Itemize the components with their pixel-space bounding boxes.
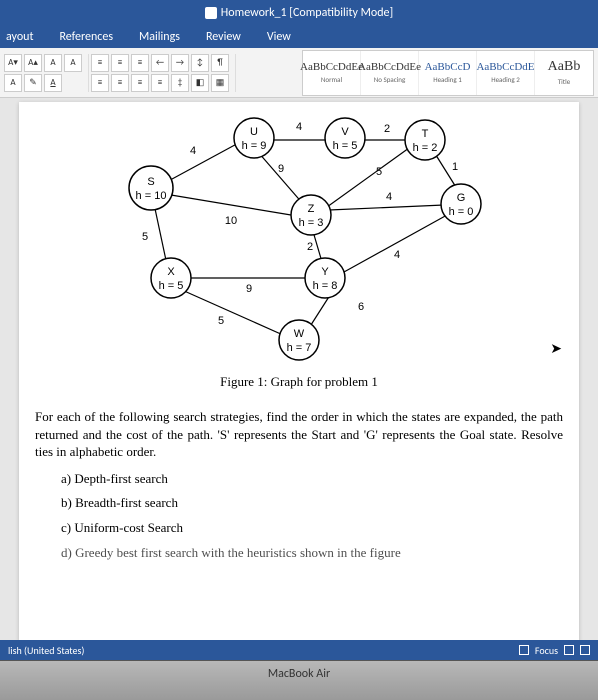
status-zoom-icon[interactable] (580, 645, 590, 655)
font-inc-button[interactable]: A▴ (24, 54, 42, 72)
status-bar: lish (United States) Focus (0, 640, 598, 660)
tab-mailings[interactable]: Mailings (133, 27, 186, 48)
node-G: G h = 0 (441, 184, 481, 224)
font-effect-button[interactable]: A (64, 54, 82, 72)
status-language[interactable]: lish (United States) (8, 644, 84, 657)
svg-text:h = 0: h = 0 (449, 206, 474, 218)
style-no-spacing[interactable]: AaBbCcDdEe No Spacing (361, 51, 419, 95)
node-V: V h = 5 (325, 118, 365, 158)
svg-text:2: 2 (384, 123, 390, 135)
svg-text:Y: Y (321, 266, 329, 278)
underline-color-button[interactable]: A (44, 74, 62, 92)
node-S: S h = 10 (129, 166, 173, 210)
svg-text:6: 6 (358, 301, 364, 313)
align-right-button[interactable]: ≡ (131, 74, 149, 92)
problem-text: For each of the following search strateg… (35, 408, 563, 461)
align-center-button[interactable]: ≡ (111, 74, 129, 92)
node-X: X h = 5 (151, 258, 191, 298)
shading-button[interactable]: ◧ (191, 74, 209, 92)
svg-text:h = 10: h = 10 (136, 190, 167, 202)
svg-text:10: 10 (225, 215, 237, 227)
align-left-button[interactable]: ≡ (91, 74, 109, 92)
svg-text:G: G (457, 192, 466, 204)
page: 4 4 2 1 9 5 4 10 5 9 2 4 6 5 (19, 102, 579, 640)
line-spacing-button[interactable]: ‡ (171, 74, 189, 92)
svg-text:U: U (250, 126, 258, 138)
svg-text:h = 2: h = 2 (413, 142, 438, 154)
justify-button[interactable]: ≡ (151, 74, 169, 92)
node-W: W h = 7 (279, 320, 319, 360)
figure-caption: Figure 1: Graph for problem 1 (220, 374, 378, 390)
svg-text:Z: Z (308, 203, 315, 215)
highlight-button[interactable]: ✎ (24, 74, 42, 92)
svg-text:4: 4 (296, 121, 302, 133)
status-view-icon[interactable] (564, 645, 574, 655)
tab-view[interactable]: View (261, 27, 297, 48)
indent-dec-button[interactable]: ← (151, 54, 169, 72)
multilevel-button[interactable]: ≡ (131, 54, 149, 72)
svg-text:4: 4 (394, 249, 400, 261)
svg-text:X: X (167, 266, 175, 278)
svg-text:h = 3: h = 3 (299, 217, 324, 229)
style-normal[interactable]: AaBbCcDdEe Normal (303, 51, 361, 95)
graph-figure: 4 4 2 1 9 5 4 10 5 9 2 4 6 5 (89, 110, 509, 370)
borders-button[interactable]: ▦ (211, 74, 229, 92)
document-title: Homework_1 [Compatibility Mode] (221, 6, 393, 20)
styles-gallery[interactable]: AaBbCcDdEe Normal AaBbCcDdEe No Spacing … (302, 50, 594, 96)
svg-text:T: T (422, 128, 429, 140)
svg-text:V: V (341, 126, 349, 138)
word-icon (205, 7, 217, 19)
svg-text:2: 2 (307, 241, 313, 253)
laptop-label: MacBook Air (0, 660, 598, 700)
status-focus-icon[interactable] (519, 645, 529, 655)
pilcrow-button[interactable]: ¶ (211, 54, 229, 72)
document-area[interactable]: 4 4 2 1 9 5 4 10 5 9 2 4 6 5 (0, 98, 598, 640)
node-U: U h = 9 (234, 118, 274, 158)
svg-text:h = 9: h = 9 (242, 140, 267, 152)
title-bar: Homework_1 [Compatibility Mode] (0, 0, 598, 26)
numbering-button[interactable]: ≡ (111, 54, 129, 72)
sort-button[interactable]: ↕ (191, 54, 209, 72)
bullets-button[interactable]: ≡ (91, 54, 109, 72)
node-Z: Z h = 3 (291, 195, 331, 235)
font-clear-button[interactable]: A (44, 54, 62, 72)
svg-text:h = 7: h = 7 (287, 342, 312, 354)
tab-review[interactable]: Review (200, 27, 247, 48)
ribbon-tabs: ayout References Mailings Review View (0, 26, 598, 48)
style-title[interactable]: AaBb Title (535, 51, 593, 95)
status-focus[interactable]: Focus (535, 644, 558, 657)
ribbon: A▾ A▴ A A A ✎ A ≡ ≡ ≡ ← → ↕ ¶ ≡ (0, 48, 598, 98)
node-T: T h = 2 (405, 120, 445, 160)
svg-text:9: 9 (246, 283, 252, 295)
style-heading2[interactable]: AaBbCcDdE Heading 2 (477, 51, 535, 95)
svg-text:4: 4 (190, 145, 196, 157)
option-d: d) Greedy best first search with the heu… (61, 541, 441, 566)
style-heading1[interactable]: AaBbCcD Heading 1 (419, 51, 477, 95)
svg-text:W: W (294, 328, 305, 340)
svg-text:5: 5 (218, 315, 224, 327)
option-c: c) Uniform-cost Search (61, 516, 563, 541)
svg-text:h = 5: h = 5 (333, 140, 358, 152)
indent-inc-button[interactable]: → (171, 54, 189, 72)
svg-text:4: 4 (386, 191, 392, 203)
svg-text:h = 5: h = 5 (159, 280, 184, 292)
svg-text:S: S (147, 176, 154, 188)
tab-layout[interactable]: ayout (0, 27, 39, 48)
svg-text:1: 1 (452, 161, 458, 173)
svg-text:5: 5 (376, 166, 382, 178)
svg-text:5: 5 (142, 231, 148, 243)
svg-text:h = 8: h = 8 (313, 280, 338, 292)
option-b: b) Breadth-first search (61, 491, 563, 516)
node-Y: Y h = 8 (305, 258, 345, 298)
tab-references[interactable]: References (53, 27, 119, 48)
option-a: a) Depth-first search (61, 467, 563, 492)
font-dec-button[interactable]: A▾ (4, 54, 22, 72)
font-color-button[interactable]: A (4, 74, 22, 92)
svg-text:9: 9 (278, 163, 284, 175)
